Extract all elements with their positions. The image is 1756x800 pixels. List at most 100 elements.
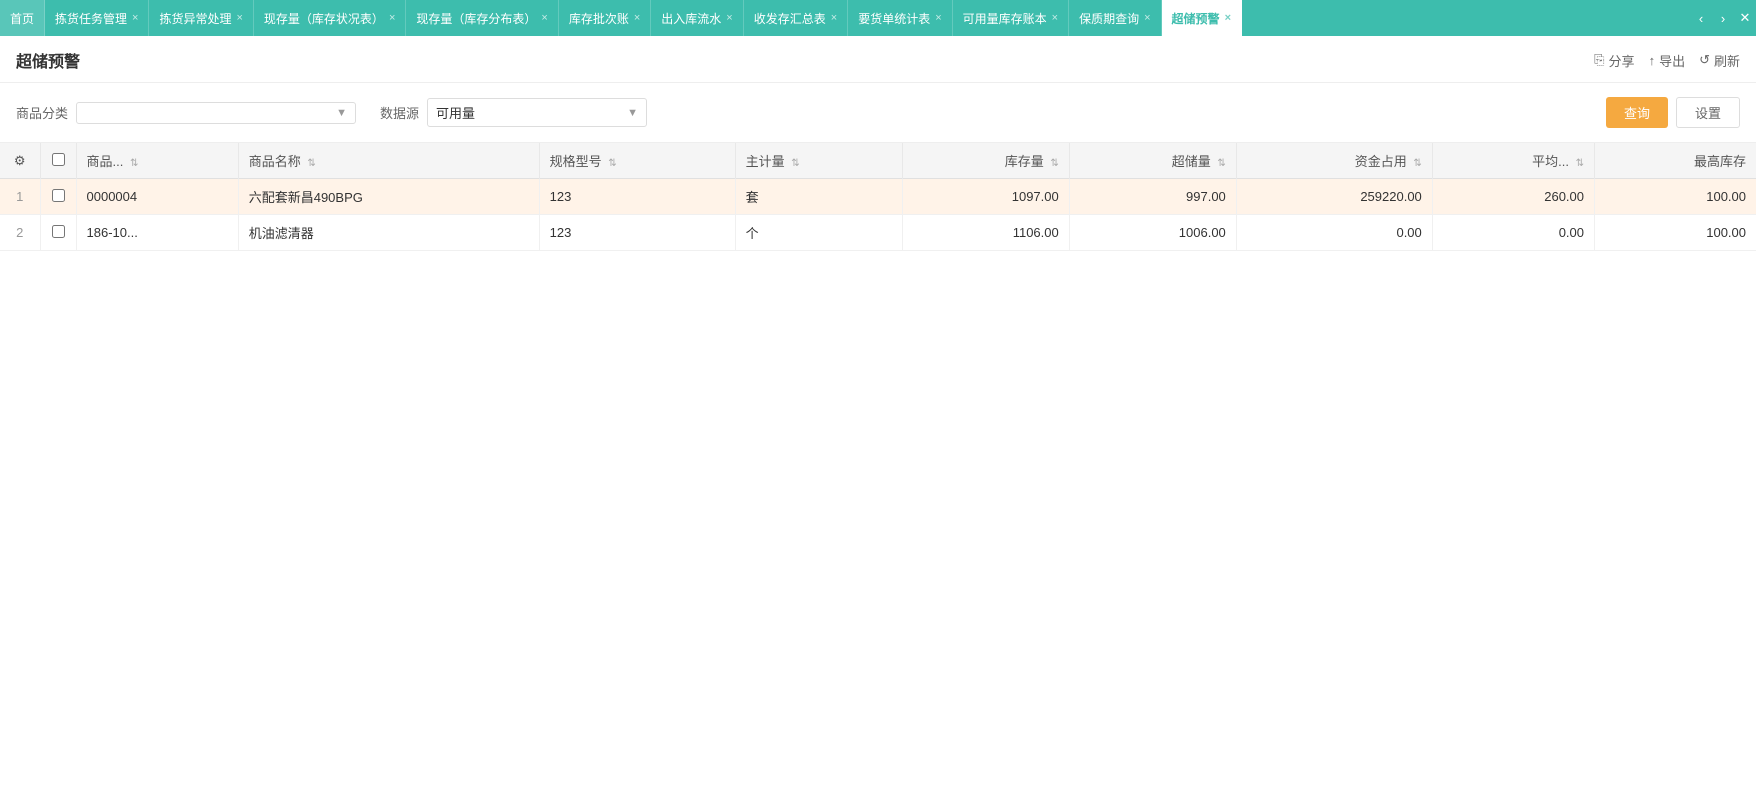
nav-arrows: ‹ › ✕ xyxy=(1690,0,1756,36)
nav-item-expiry[interactable]: 保质期查询 × xyxy=(1069,0,1161,36)
nav-item-pick-exception[interactable]: 拣货异常处理 × xyxy=(149,0,253,36)
nav-item-available[interactable]: 可用量库存账本 × xyxy=(953,0,1069,36)
nav-item-pick-task[interactable]: 拣货任务管理 × xyxy=(45,0,149,36)
nav-next-button[interactable]: › xyxy=(1712,0,1734,36)
close-icon-order-stat[interactable]: × xyxy=(935,12,941,24)
close-icon-overstock[interactable]: × xyxy=(1225,12,1231,24)
query-button[interactable]: 查询 xyxy=(1606,97,1668,128)
nav-item-overstock[interactable]: 超储预警 × xyxy=(1162,0,1242,36)
col-avg-label: 平均... xyxy=(1532,154,1569,169)
close-icon-stock-status[interactable]: × xyxy=(389,12,395,24)
col-overstock-label: 超储量 xyxy=(1172,154,1211,169)
table-row: 1 0000004 六配套新昌490BPG 123 套 1097.00 997.… xyxy=(0,179,1756,215)
nav-item-batch[interactable]: 库存批次账 × xyxy=(559,0,651,36)
datasource-value: 可用量 xyxy=(436,103,475,122)
row-checkbox[interactable] xyxy=(52,225,65,238)
cell-overstock: 1006.00 xyxy=(1069,215,1236,251)
page-header: 超储预警 ⎘ 分享 ↑ 导出 ↺ 刷新 xyxy=(0,36,1756,83)
nav-item-inout[interactable]: 出入库流水 × xyxy=(651,0,743,36)
col-stock[interactable]: 库存量 ⇅ xyxy=(902,143,1069,179)
nav-label-batch: 库存批次账 xyxy=(569,10,629,27)
nav-label-inout: 出入库流水 xyxy=(661,10,721,27)
nav-bar: 首页 拣货任务管理 × 拣货异常处理 × 现存量（库存状况表） × 现存量（库存… xyxy=(0,0,1756,36)
sort-icon-product-code: ⇅ xyxy=(130,158,138,169)
nav-item-stock-status[interactable]: 现存量（库存状况表） × xyxy=(254,0,406,36)
cell-unit: 个 xyxy=(735,215,902,251)
nav-label-pick-task: 拣货任务管理 xyxy=(55,10,127,27)
datasource-group: 数据源 可用量 ▼ xyxy=(380,98,647,127)
sort-icon-stock: ⇅ xyxy=(1050,158,1058,169)
sort-icon-overstock: ⇅ xyxy=(1217,158,1225,169)
datasource-select[interactable]: 可用量 ▼ xyxy=(427,98,647,127)
setting-button[interactable]: 设置 xyxy=(1676,97,1740,128)
col-capital-label: 资金占用 xyxy=(1355,154,1407,169)
cell-product-name: 六配套新昌490BPG xyxy=(238,179,539,215)
nav-item-home[interactable]: 首页 xyxy=(0,0,45,36)
row-checkbox-cell[interactable] xyxy=(40,179,76,215)
export-icon: ↑ xyxy=(1649,53,1656,68)
col-unit-label: 主计量 xyxy=(746,154,785,169)
cell-spec: 123 xyxy=(539,215,735,251)
col-max-stock[interactable]: 最高库存 xyxy=(1595,143,1756,179)
export-label: 导出 xyxy=(1659,51,1685,70)
col-spec[interactable]: 规格型号 ⇅ xyxy=(539,143,735,179)
datasource-label: 数据源 xyxy=(380,103,419,122)
col-avg[interactable]: 平均... ⇅ xyxy=(1432,143,1594,179)
page-title: 超储预警 xyxy=(16,48,80,72)
refresh-button[interactable]: ↺ 刷新 xyxy=(1699,51,1740,70)
header-actions: ⎘ 分享 ↑ 导出 ↺ 刷新 xyxy=(1594,51,1740,70)
filter-bar: 商品分类 ▼ 数据源 可用量 ▼ 查询 设置 xyxy=(0,83,1756,143)
cell-max-stock: 100.00 xyxy=(1595,179,1756,215)
chevron-down-icon: ▼ xyxy=(336,107,347,119)
cell-product-name: 机油滤清器 xyxy=(238,215,539,251)
sort-icon-spec: ⇅ xyxy=(608,158,616,169)
nav-item-summary[interactable]: 收发存汇总表 × xyxy=(744,0,848,36)
nav-prev-button[interactable]: ‹ xyxy=(1690,0,1712,36)
close-icon-pick-exception[interactable]: × xyxy=(236,12,242,24)
refresh-label: 刷新 xyxy=(1714,51,1740,70)
page-container: 超储预警 ⎘ 分享 ↑ 导出 ↺ 刷新 商品分类 ▼ 数据源 xyxy=(0,36,1756,800)
row-num: 1 xyxy=(0,179,40,215)
row-num: 2 xyxy=(0,215,40,251)
data-table: ⚙ 商品... ⇅ 商品名称 ⇅ 规格型号 ⇅ xyxy=(0,143,1756,251)
nav-item-stock-dist[interactable]: 现存量（库存分布表） × xyxy=(406,0,558,36)
nav-label-order-stat: 要货单统计表 xyxy=(858,10,930,27)
chevron-down-datasource-icon: ▼ xyxy=(627,107,638,119)
close-icon-stock-dist[interactable]: × xyxy=(541,12,547,24)
product-category-select[interactable]: ▼ xyxy=(76,102,356,124)
share-button[interactable]: ⎘ 分享 xyxy=(1594,51,1634,70)
col-product-name-label: 商品名称 xyxy=(249,154,301,169)
table-header-row: ⚙ 商品... ⇅ 商品名称 ⇅ 规格型号 ⇅ xyxy=(0,143,1756,179)
cell-avg: 260.00 xyxy=(1432,179,1594,215)
col-unit[interactable]: 主计量 ⇅ xyxy=(735,143,902,179)
sort-icon-unit: ⇅ xyxy=(791,158,799,169)
close-icon-batch[interactable]: × xyxy=(634,12,640,24)
export-button[interactable]: ↑ 导出 xyxy=(1649,51,1686,70)
product-category-label: 商品分类 xyxy=(16,103,68,122)
gear-icon: ⚙ xyxy=(14,153,26,168)
col-settings[interactable]: ⚙ xyxy=(0,143,40,179)
nav-item-order-stat[interactable]: 要货单统计表 × xyxy=(848,0,952,36)
cell-stock: 1097.00 xyxy=(902,179,1069,215)
col-capital[interactable]: 资金占用 ⇅ xyxy=(1236,143,1432,179)
close-icon-expiry[interactable]: × xyxy=(1144,12,1150,24)
col-overstock[interactable]: 超储量 ⇅ xyxy=(1069,143,1236,179)
close-icon-pick-task[interactable]: × xyxy=(132,12,138,24)
close-icon-inout[interactable]: × xyxy=(726,12,732,24)
table-container: ⚙ 商品... ⇅ 商品名称 ⇅ 规格型号 ⇅ xyxy=(0,143,1756,251)
cell-max-stock: 100.00 xyxy=(1595,215,1756,251)
cell-product-code: 186-10... xyxy=(76,215,238,251)
close-icon-available[interactable]: × xyxy=(1052,12,1058,24)
col-product-name[interactable]: 商品名称 ⇅ xyxy=(238,143,539,179)
row-checkbox-cell[interactable] xyxy=(40,215,76,251)
select-all-checkbox[interactable] xyxy=(52,153,65,166)
col-max-stock-label: 最高库存 xyxy=(1694,154,1746,169)
col-product-code[interactable]: 商品... ⇅ xyxy=(76,143,238,179)
row-checkbox[interactable] xyxy=(52,189,65,202)
nav-close-all-button[interactable]: ✕ xyxy=(1734,0,1756,36)
refresh-icon: ↺ xyxy=(1699,52,1710,68)
col-stock-label: 库存量 xyxy=(1005,154,1044,169)
table-row: 2 186-10... 机油滤清器 123 个 1106.00 1006.00 … xyxy=(0,215,1756,251)
col-checkbox[interactable] xyxy=(40,143,76,179)
close-icon-summary[interactable]: × xyxy=(831,12,837,24)
